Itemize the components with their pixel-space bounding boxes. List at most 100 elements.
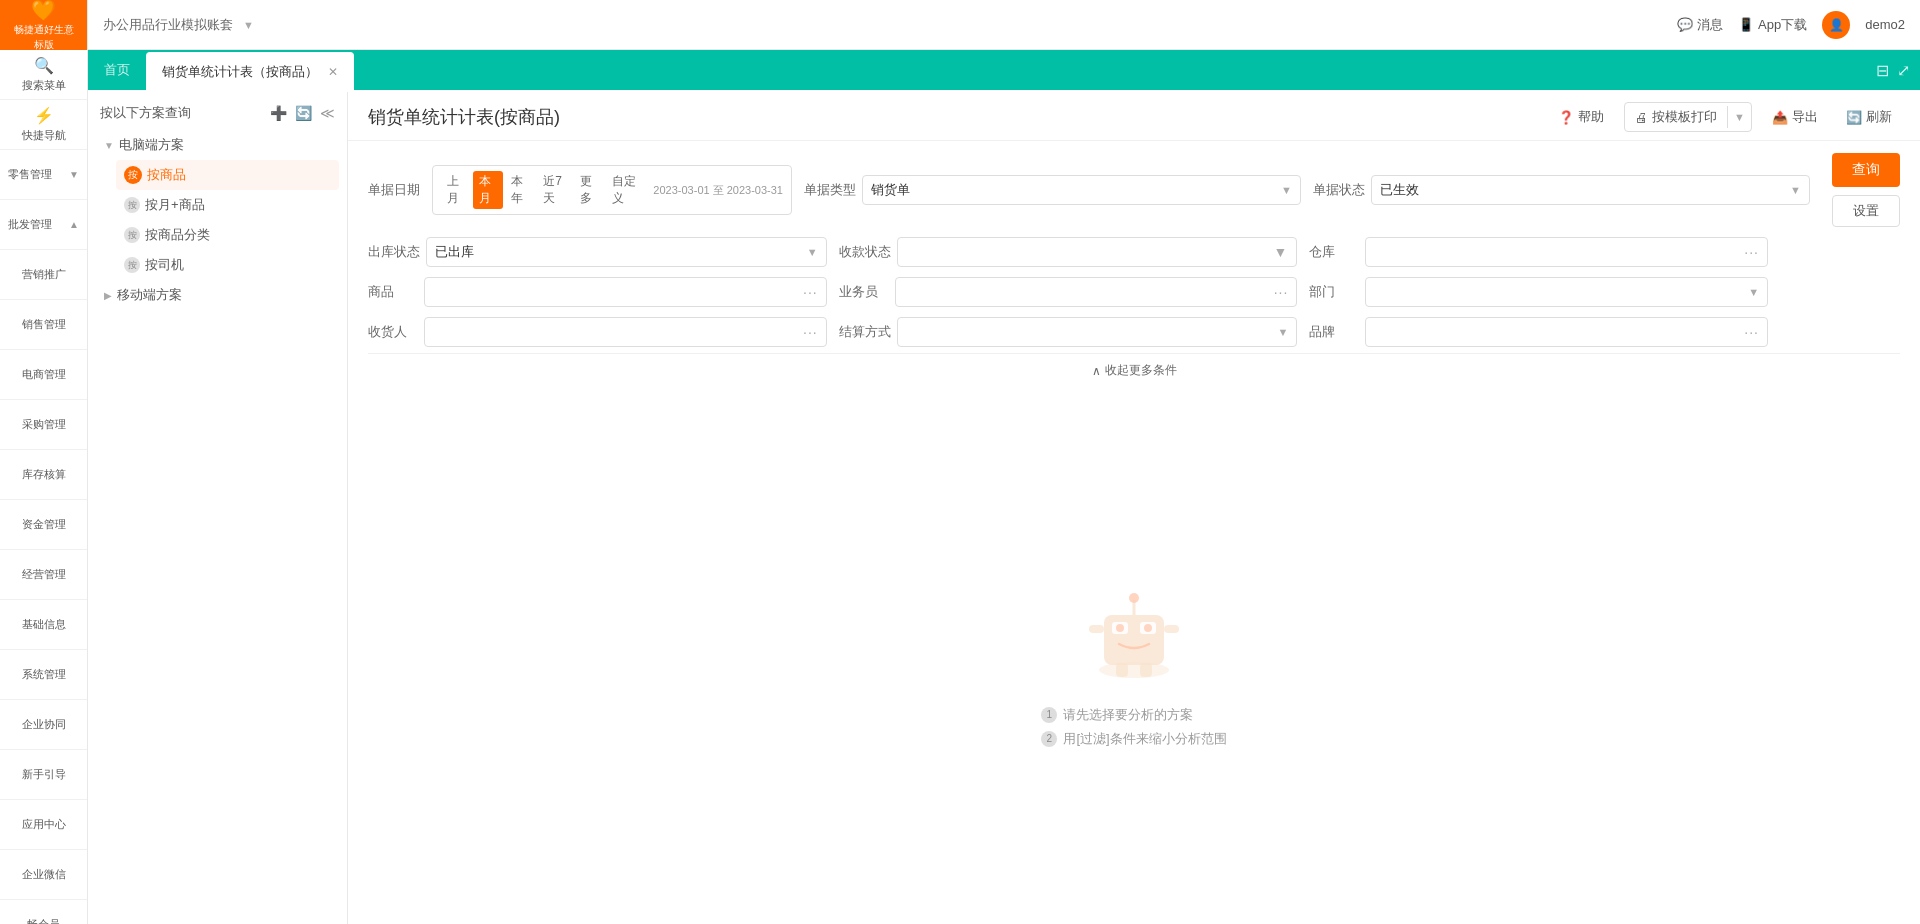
empty-tip-1: 1 请先选择要分析的方案 xyxy=(1041,706,1226,724)
app-logo[interactable]: 🧡 畅捷通好生意 标版 xyxy=(0,0,87,50)
empty-tips: 1 请先选择要分析的方案 2 用[过滤]条件来缩小分析范围 xyxy=(1041,706,1226,754)
empty-illustration xyxy=(1074,570,1194,690)
app-download-btn[interactable]: 📱 App下载 xyxy=(1738,16,1807,34)
svg-point-4 xyxy=(1116,624,1124,632)
logo-icon: 🧡 xyxy=(31,0,56,22)
avatar-icon: 👤 xyxy=(1829,18,1844,32)
tab-maximize-icon[interactable]: ⤢ xyxy=(1897,61,1910,80)
action-buttons: 查询 设置 xyxy=(1822,153,1900,227)
tab-sales-stat[interactable]: 销货单统计计表（按商品） ✕ xyxy=(146,52,354,92)
sidebar-item-marketing[interactable]: 营销推广 xyxy=(0,250,87,300)
brand-control[interactable]: ··· xyxy=(1365,317,1768,347)
dept-control[interactable]: ▼ xyxy=(1365,277,1768,307)
whstatus-label: 出库状态 xyxy=(368,243,420,261)
salesperson-label: 业务员 xyxy=(839,283,889,301)
doctype-control[interactable]: 销货单 ▼ xyxy=(862,175,1301,205)
sidebar-item-base[interactable]: 基础信息 xyxy=(0,600,87,650)
sidebar-wechat-label: 企业微信 xyxy=(22,867,66,881)
home-tab-label: 首页 xyxy=(104,61,130,79)
tree-child-by-month-product[interactable]: 按 按月+商品 xyxy=(116,190,339,220)
date-range-text: 2023-03-01 至 2023-03-31 xyxy=(653,183,783,198)
tree-parent-mobile[interactable]: ▶ 移动端方案 xyxy=(96,280,339,310)
docstatus-control[interactable]: 已生效 ▼ xyxy=(1371,175,1810,205)
receiver-control[interactable]: ··· xyxy=(424,317,827,347)
by-month-product-label: 按月+商品 xyxy=(145,196,205,214)
date-tab-last-month[interactable]: 上月 xyxy=(441,171,471,209)
empty-tip-2: 2 用[过滤]条件来缩小分析范围 xyxy=(1041,730,1226,748)
brand-label: 品牌 xyxy=(1309,323,1359,341)
template-print-main[interactable]: 🖨 按模板打印 xyxy=(1625,103,1727,131)
sidebar-item-operation[interactable]: 经营管理 xyxy=(0,550,87,600)
warehouse-label: 仓库 xyxy=(1309,243,1359,261)
tab-close-icon[interactable]: ✕ xyxy=(328,65,338,79)
goods-control[interactable]: ··· xyxy=(424,277,827,307)
date-tab-this-year[interactable]: 本年 xyxy=(505,171,535,209)
tab-minimize-icon[interactable]: ⊟ xyxy=(1876,61,1889,80)
add-scheme-icon[interactable]: ➕ xyxy=(270,105,287,121)
sidebar-item-newuser[interactable]: 新手引导 xyxy=(0,750,87,800)
sidebar-ecommerce-label: 电商管理 xyxy=(22,367,66,381)
salesperson-control[interactable]: ··· xyxy=(895,277,1298,307)
query-button[interactable]: 查询 xyxy=(1832,153,1900,187)
date-tab-custom[interactable]: 自定义 xyxy=(606,171,645,209)
tree-child-by-driver[interactable]: 按 按司机 xyxy=(116,250,339,280)
export-btn[interactable]: 📤 导出 xyxy=(1764,104,1826,130)
message-label: 消息 xyxy=(1697,16,1723,34)
sidebar-purchase-label: 采购管理 xyxy=(22,417,66,431)
sidebar-search-label: 搜索菜单 xyxy=(22,78,66,92)
tab-bar: 首页 销货单统计计表（按商品） ✕ ⊟ ⤢ xyxy=(88,50,1920,90)
dropdown-icon[interactable]: ▼ xyxy=(243,19,254,31)
message-btn[interactable]: 💬 消息 xyxy=(1677,16,1723,34)
sidebar-item-sales[interactable]: 销售管理 xyxy=(0,300,87,350)
user-avatar[interactable]: 👤 xyxy=(1822,11,1850,39)
sidebar-item-retail[interactable]: 零售管理 ▼ xyxy=(0,150,87,200)
sidebar: 🧡 畅捷通好生意 标版 🔍 搜索菜单 ⚡ 快捷导航 零售管理 ▼ 批发管理 ▲ … xyxy=(0,0,88,924)
by-product-label: 按商品 xyxy=(147,166,186,184)
date-tab-this-month[interactable]: 本月 xyxy=(473,171,503,209)
svg-rect-1 xyxy=(1104,615,1164,665)
sidebar-item-search[interactable]: 🔍 搜索菜单 xyxy=(0,50,87,100)
sidebar-item-ecommerce[interactable]: 电商管理 xyxy=(0,350,87,400)
user-name[interactable]: demo2 xyxy=(1865,17,1905,32)
sidebar-item-purchase[interactable]: 采购管理 xyxy=(0,400,87,450)
left-panel: 按以下方案查询 ➕ 🔄 ≪ ▼ 电脑端方案 按 按商品 xyxy=(88,90,348,924)
sidebar-item-inventory[interactable]: 库存核算 xyxy=(0,450,87,500)
collapse-bar[interactable]: ∧ 收起更多条件 xyxy=(368,353,1900,387)
sidebar-item-quicknav[interactable]: ⚡ 快捷导航 xyxy=(0,100,87,150)
sidebar-item-system[interactable]: 系统管理 xyxy=(0,650,87,700)
refresh-scheme-icon[interactable]: 🔄 xyxy=(295,105,312,121)
paystatus-control[interactable]: ▼ xyxy=(897,237,1298,267)
svg-point-5 xyxy=(1144,624,1152,632)
top-nav-left: 办公用品行业模拟账套 ▼ xyxy=(103,16,254,34)
sidebar-item-wechat[interactable]: 企业微信 xyxy=(0,850,87,900)
sidebar-newuser-label: 新手引导 xyxy=(22,767,66,781)
sidebar-wholesale-label: 批发管理 xyxy=(8,217,52,231)
collapse-panel-icon[interactable]: ≪ xyxy=(320,105,335,121)
docstatus-value: 已生效 xyxy=(1380,181,1419,199)
tree-parent-desktop[interactable]: ▼ 电脑端方案 xyxy=(96,130,339,160)
template-print-arrow[interactable]: ▼ xyxy=(1727,106,1751,128)
template-print-btn[interactable]: 🖨 按模板打印 ▼ xyxy=(1624,102,1752,132)
date-control[interactable]: 上月 本月 本年 近7天 更多 自定义 2023-03-01 至 2023-03… xyxy=(432,165,792,215)
warehouse-control[interactable]: ··· xyxy=(1365,237,1768,267)
help-btn[interactable]: ❓ 帮助 xyxy=(1550,104,1612,130)
empty-state: 1 请先选择要分析的方案 2 用[过滤]条件来缩小分析范围 xyxy=(348,399,1920,924)
sidebar-item-enterprise[interactable]: 企业协同 xyxy=(0,700,87,750)
tree-child-by-product[interactable]: 按 按商品 xyxy=(116,160,339,190)
tree-child-by-category[interactable]: 按 按商品分类 xyxy=(116,220,339,250)
sidebar-item-appcenter[interactable]: 应用中心 xyxy=(0,800,87,850)
sidebar-member-label: 畅会员 xyxy=(27,917,60,924)
settlement-control[interactable]: ▼ xyxy=(897,317,1298,347)
date-tab-7days[interactable]: 近7天 xyxy=(537,171,572,209)
settings-button[interactable]: 设置 xyxy=(1832,195,1900,227)
whstatus-control[interactable]: 已出库 ▼ xyxy=(426,237,827,267)
tab-home[interactable]: 首页 xyxy=(88,50,146,90)
sidebar-item-wholesale[interactable]: 批发管理 ▲ xyxy=(0,200,87,250)
sidebar-item-finance[interactable]: 资金管理 xyxy=(0,500,87,550)
desktop-expand-icon: ▼ xyxy=(104,140,114,151)
receiver-label: 收货人 xyxy=(368,323,418,341)
sidebar-item-member[interactable]: 畅会员 xyxy=(0,900,87,924)
refresh-btn[interactable]: 🔄 刷新 xyxy=(1838,104,1900,130)
date-tab-more[interactable]: 更多 xyxy=(574,171,604,209)
collapse-label: 收起更多条件 xyxy=(1105,362,1177,379)
